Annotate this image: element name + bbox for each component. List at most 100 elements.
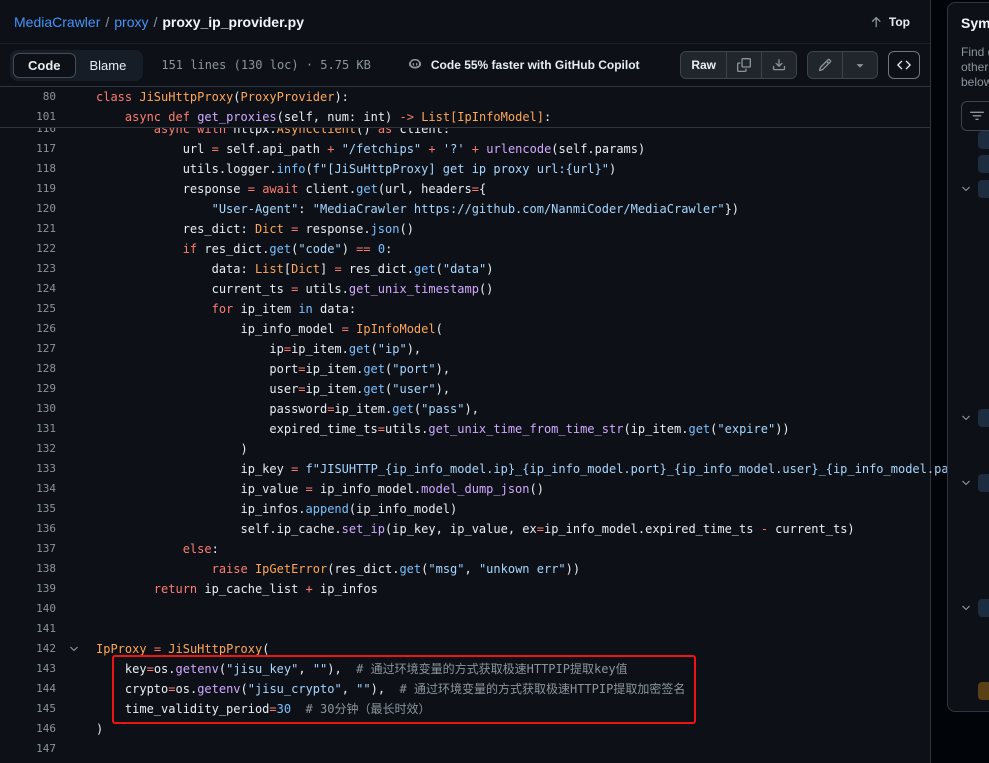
symbol-row xyxy=(948,681,989,701)
symbol-pill[interactable] xyxy=(978,180,989,198)
line-number[interactable]: 142 xyxy=(0,639,56,659)
code-blame-switch: Code Blame xyxy=(10,50,143,81)
line-number[interactable]: 124 xyxy=(0,279,56,299)
line-number[interactable]: 134 xyxy=(0,479,56,499)
gutter xyxy=(56,479,96,499)
code-text: ) xyxy=(96,439,248,459)
line-number[interactable]: 101 xyxy=(0,107,56,127)
symbol-pill[interactable] xyxy=(978,599,989,617)
symbol-row xyxy=(948,408,989,428)
code-line: 120 "User-Agent": "MediaCrawler https://… xyxy=(0,199,930,219)
line-number[interactable]: 141 xyxy=(0,619,56,639)
line-number[interactable]: 119 xyxy=(0,179,56,199)
code-line: 126 ip_info_model = IpInfoModel( xyxy=(0,319,930,339)
chevron-down-icon[interactable] xyxy=(960,183,972,195)
line-number[interactable]: 118 xyxy=(0,159,56,179)
line-number[interactable]: 138 xyxy=(0,559,56,579)
symbols-panel-toggle-button[interactable] xyxy=(888,51,920,79)
code-text: if res_dict.get("code") == 0: xyxy=(96,239,392,259)
github-code-view: MediaCrawler / proxy / proxy_ip_provider… xyxy=(0,0,989,763)
chevron-down-icon[interactable] xyxy=(960,477,972,489)
line-number[interactable]: 144 xyxy=(0,679,56,699)
code-line: 132 ) xyxy=(0,439,930,459)
gutter xyxy=(56,159,96,179)
chevron-down-icon[interactable] xyxy=(68,643,80,655)
filter-symbols-button[interactable] xyxy=(961,101,989,131)
line-number[interactable]: 130 xyxy=(0,399,56,419)
line-number[interactable]: 136 xyxy=(0,519,56,539)
line-number[interactable]: 121 xyxy=(0,219,56,239)
scroll-to-top-button[interactable]: Top xyxy=(863,11,916,33)
file-panel: MediaCrawler / proxy / proxy_ip_provider… xyxy=(0,0,931,763)
code-line: 135 ip_infos.append(ip_info_model) xyxy=(0,499,930,519)
code-view: 80class JiSuHttpProxy(ProxyProvider):101… xyxy=(0,87,930,759)
code-line: 130 password=ip_item.get("pass"), xyxy=(0,399,930,419)
code-line: 145 time_validity_period=30 # 30分钟（最长时效） xyxy=(0,699,930,719)
breadcrumb-separator: / xyxy=(105,14,109,30)
tab-code[interactable]: Code xyxy=(13,53,76,78)
copy-button[interactable] xyxy=(726,52,761,78)
sticky-code-lines: 80class JiSuHttpProxy(ProxyProvider):101… xyxy=(0,87,930,128)
copy-icon xyxy=(737,58,751,72)
code-text: IpProxy = JiSuHttpProxy( xyxy=(96,639,269,659)
code-text: data: List[Dict] = res_dict.get("data") xyxy=(96,259,493,279)
code-text: ip_info_model = IpInfoModel( xyxy=(96,319,443,339)
line-number[interactable]: 131 xyxy=(0,419,56,439)
symbol-pill-highlighted[interactable] xyxy=(978,682,989,700)
code-text: key=os.getenv("jisu_key", ""), # 通过环境变量的… xyxy=(96,659,628,679)
symbols-description-line: other symbols in this file by clicking a… xyxy=(961,60,989,75)
line-number[interactable]: 129 xyxy=(0,379,56,399)
code-text: url = self.api_path + "/fetchips" + '?' … xyxy=(96,139,645,159)
line-number[interactable]: 139 xyxy=(0,579,56,599)
breadcrumb-file-name: proxy_ip_provider.py xyxy=(162,14,304,30)
breadcrumb-folder-link[interactable]: proxy xyxy=(114,14,148,30)
tab-blame[interactable]: Blame xyxy=(76,54,141,77)
line-number[interactable]: 146 xyxy=(0,719,56,739)
symbol-row xyxy=(948,598,989,618)
line-number[interactable]: 123 xyxy=(0,259,56,279)
breadcrumb-repo-link[interactable]: MediaCrawler xyxy=(14,14,100,30)
copilot-banner[interactable]: Code 55% faster with GitHub Copilot xyxy=(407,57,640,73)
edit-button[interactable] xyxy=(808,52,842,78)
code-text: res_dict: Dict = response.json() xyxy=(96,219,414,239)
copilot-banner-text: Code 55% faster with GitHub Copilot xyxy=(431,58,640,72)
line-number[interactable]: 133 xyxy=(0,459,56,479)
pencil-icon xyxy=(818,58,832,72)
gutter xyxy=(56,87,96,107)
line-number[interactable]: 80 xyxy=(0,87,56,107)
symbol-pill[interactable] xyxy=(978,155,989,173)
line-number[interactable]: 128 xyxy=(0,359,56,379)
line-number[interactable]: 120 xyxy=(0,199,56,219)
symbol-pill[interactable] xyxy=(978,474,989,492)
chevron-down-icon[interactable] xyxy=(960,412,972,424)
symbols-description-line: below. xyxy=(961,75,989,90)
line-number[interactable]: 137 xyxy=(0,539,56,559)
raw-button[interactable]: Raw xyxy=(681,52,726,78)
symbol-pill[interactable] xyxy=(978,409,989,427)
code-text: else: xyxy=(96,539,219,559)
gutter xyxy=(56,459,96,479)
line-number[interactable]: 127 xyxy=(0,339,56,359)
download-button[interactable] xyxy=(761,52,796,78)
line-number[interactable]: 140 xyxy=(0,599,56,619)
line-number[interactable]: 122 xyxy=(0,239,56,259)
line-number[interactable]: 135 xyxy=(0,499,56,519)
symbol-pill[interactable] xyxy=(978,131,989,149)
code-text: current_ts = utils.get_unix_timestamp() xyxy=(96,279,493,299)
chevron-down-icon[interactable] xyxy=(960,602,972,614)
edit-dropdown-button[interactable] xyxy=(842,52,877,78)
line-number[interactable]: 143 xyxy=(0,659,56,679)
code-line: 141 xyxy=(0,619,930,639)
line-number[interactable]: 116 xyxy=(0,128,56,139)
line-number[interactable]: 147 xyxy=(0,739,56,759)
symbols-panel-content: Symbols Find definitions and references … xyxy=(948,3,989,711)
gutter xyxy=(56,559,96,579)
gutter xyxy=(56,199,96,219)
gutter xyxy=(56,128,96,139)
line-number[interactable]: 126 xyxy=(0,319,56,339)
line-number[interactable]: 117 xyxy=(0,139,56,159)
line-number[interactable]: 132 xyxy=(0,439,56,459)
line-number[interactable]: 125 xyxy=(0,299,56,319)
code-line: 118 utils.logger.info(f"[JiSuHttpProxy] … xyxy=(0,159,930,179)
line-number[interactable]: 145 xyxy=(0,699,56,719)
